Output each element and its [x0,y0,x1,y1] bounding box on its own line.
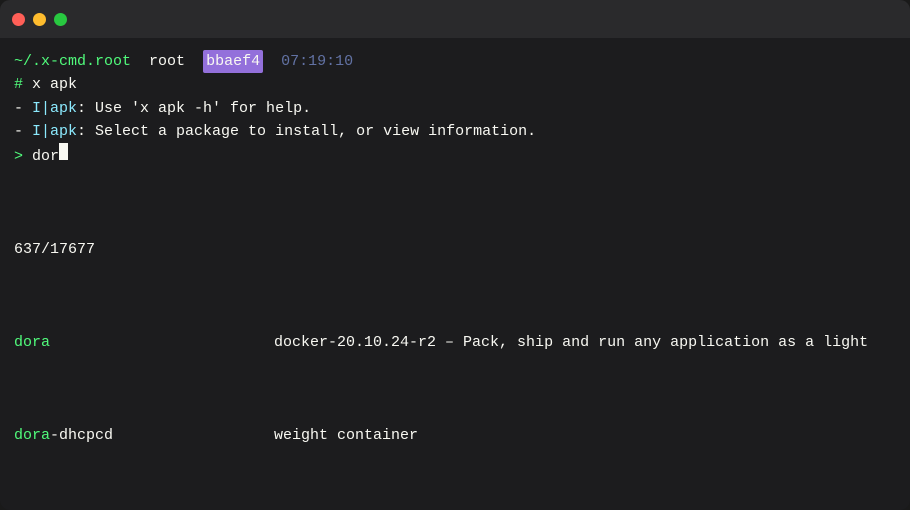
input-line[interactable]: > dor [14,143,896,168]
desc-line-1: docker-20.10.24-r2 – Pack, ship and run … [274,331,868,354]
package-name: docker-20.10.24-r2 [274,331,436,354]
info-line-1: - I|apk: Use 'x apk -h' for help. [14,97,896,120]
prompt-line: ~/.x-cmd.root root bbaef4 07:19:10 [14,50,896,73]
terminal-window: ~/.x-cmd.root root bbaef4 07:19:10 # x a… [0,0,910,510]
desc-line-2: weight container [274,424,868,447]
package-description: docker-20.10.24-r2 – Pack, ship and run … [274,168,868,510]
command-line: # x apk [14,73,896,96]
count-text: 637/17677 [14,238,95,261]
traffic-lights [12,13,67,26]
input-prefix: > [14,145,32,168]
info-line-2: - I|apk: Select a package to install, or… [14,120,896,143]
close-button[interactable] [12,13,25,26]
prompt-space2 [263,50,281,73]
package-desc: – Pack, ship and run any application as … [445,331,868,354]
prompt-user: root [149,50,185,73]
command-text: x apk [32,73,77,96]
package-desc2: weight container [274,424,418,447]
input-value: dor [32,145,59,168]
list-item[interactable]: dora-dhcpcd [14,424,274,447]
desc-blank [274,238,868,261]
prompt-hash: bbaef4 [203,50,263,73]
info-text-1: - [14,97,32,120]
prompt-time: 07:19:10 [281,50,353,73]
titlebar [0,0,910,38]
cursor [59,143,68,160]
maximize-button[interactable] [54,13,67,26]
list-item[interactable]: dora [14,331,274,354]
results-area: 637/17677 dora dora-dhcpcd docker-regist… [14,168,896,510]
count-line: 637/17677 [14,238,274,261]
prompt-path: ~/.x-cmd.root [14,50,131,73]
command-hash: # [14,73,32,96]
minimize-button[interactable] [33,13,46,26]
prompt-separator [131,50,149,73]
prompt-space [185,50,203,73]
terminal-body[interactable]: ~/.x-cmd.root root bbaef4 07:19:10 # x a… [0,38,910,510]
results-list: 637/17677 dora dora-dhcpcd docker-regist… [14,168,274,510]
info-text-2: - [14,120,32,143]
